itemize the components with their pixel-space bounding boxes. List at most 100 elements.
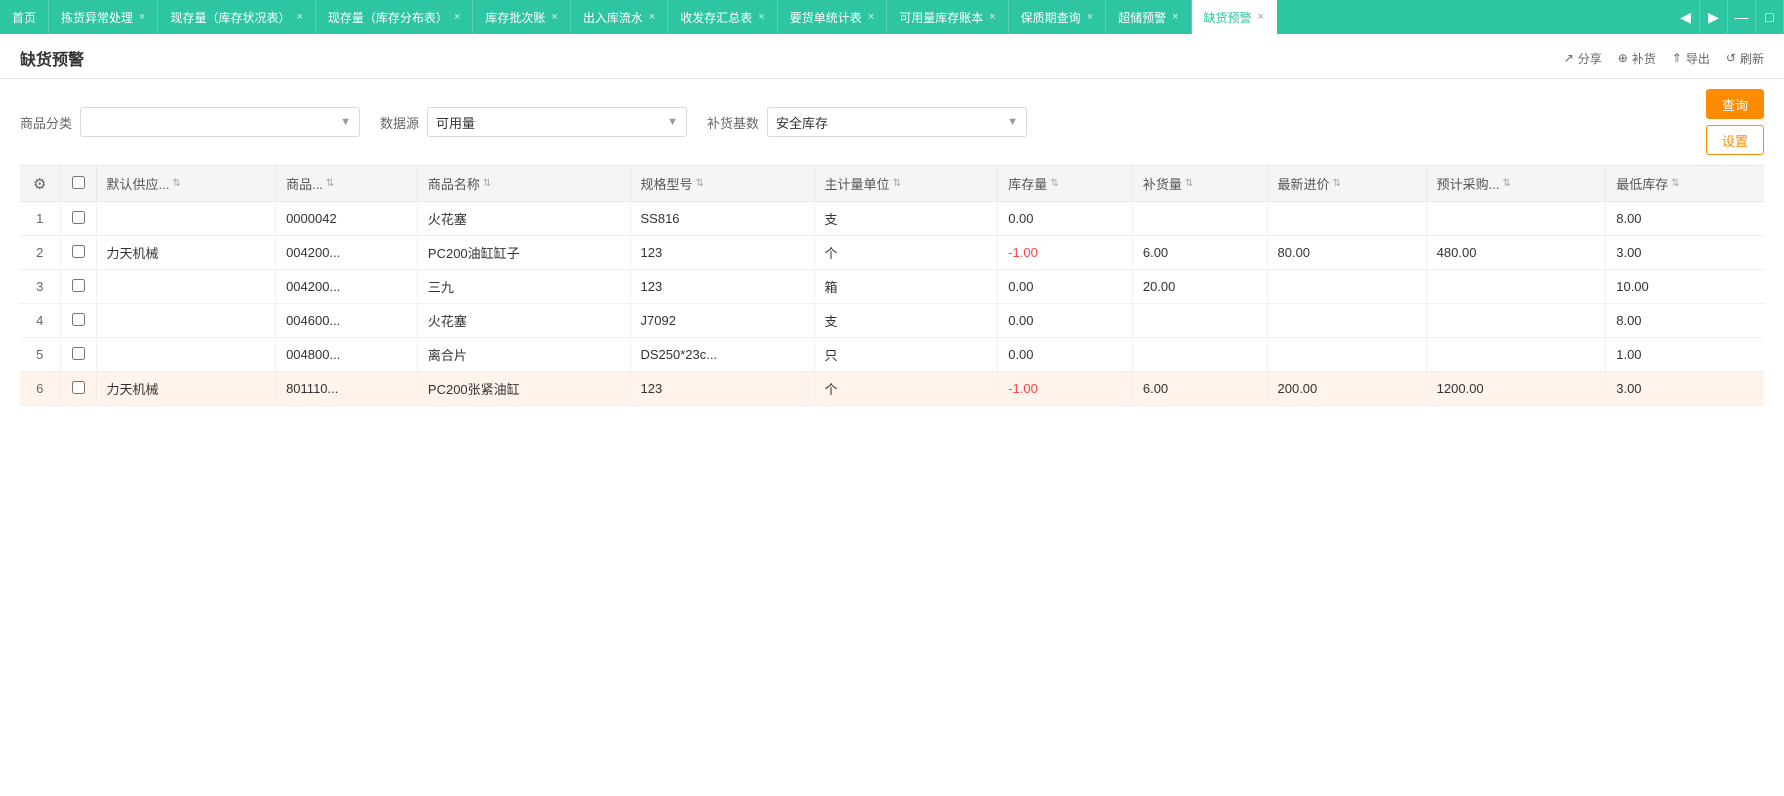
sort-icon: ⇅ [1333, 178, 1341, 189]
close-icon[interactable]: × [296, 11, 302, 23]
row-checkbox-cell[interactable] [60, 372, 96, 406]
col-product-name-header[interactable]: 商品名称 ⇅ [417, 166, 630, 202]
col-latest-price-header[interactable]: 最新进价 ⇅ [1267, 166, 1426, 202]
col-stock-header[interactable]: 库存量 ⇅ [998, 166, 1133, 202]
row-number: 5 [20, 338, 60, 372]
gear-icon[interactable]: ⚙ [33, 176, 46, 193]
col-min-stock-header[interactable]: 最低库存 ⇅ [1606, 166, 1764, 202]
export-button[interactable]: ⇑ 导出 [1672, 50, 1710, 67]
close-icon[interactable]: × [758, 11, 764, 23]
datasource-filter-group: 数据源 可用量 ▼ [380, 107, 687, 137]
tab-inout-flow[interactable]: 出入库流水 × [571, 0, 668, 34]
row-number: 6 [20, 372, 60, 406]
row-min-stock: 3.00 [1606, 372, 1764, 406]
row-estimated-purchase [1426, 338, 1606, 372]
col-estimated-purchase-header[interactable]: 预计采购... ⇅ [1426, 166, 1606, 202]
replenish-basis-select[interactable]: 安全库存 ▼ [767, 107, 1027, 137]
row-spec: DS250*23c... [630, 338, 814, 372]
col-replenish-qty-header[interactable]: 补货量 ⇅ [1132, 166, 1267, 202]
sort-icon: ⇅ [1503, 178, 1511, 189]
row-checkbox[interactable] [72, 381, 85, 394]
category-select[interactable]: ▼ [80, 107, 360, 137]
tab-overstock[interactable]: 超储预警 × [1106, 0, 1191, 34]
tab-available-ledger[interactable]: 可用量库存账本 × [887, 0, 1008, 34]
row-replenish-qty: 20.00 [1132, 270, 1267, 304]
tab-inventory-status[interactable]: 现存量（库存状况表） × [158, 0, 315, 34]
close-icon[interactable]: × [139, 11, 145, 23]
tab-home[interactable]: 首页 [0, 0, 49, 34]
row-replenish-qty: 6.00 [1132, 236, 1267, 270]
col-spec-header[interactable]: 规格型号 ⇅ [630, 166, 814, 202]
minimize-button[interactable]: — [1728, 0, 1756, 34]
close-icon[interactable]: × [1258, 11, 1264, 23]
row-checkbox-cell[interactable] [60, 338, 96, 372]
row-product-name: 离合片 [417, 338, 630, 372]
row-checkbox[interactable] [72, 347, 85, 360]
maximize-button[interactable]: □ [1756, 0, 1784, 34]
row-stock: 0.00 [998, 202, 1133, 236]
row-product-code: 004600... [276, 304, 418, 338]
sort-spec[interactable]: 规格型号 ⇅ [641, 174, 704, 193]
refresh-button[interactable]: ↺ 刷新 [1726, 50, 1764, 67]
row-checkbox-cell[interactable] [60, 304, 96, 338]
tab-purchase-stats[interactable]: 要货单统计表 × [778, 0, 887, 34]
col-unit-header[interactable]: 主计量单位 ⇅ [814, 166, 998, 202]
sort-latest-price[interactable]: 最新进价 ⇅ [1278, 174, 1341, 193]
row-product-code: 0000042 [276, 202, 418, 236]
query-button[interactable]: 查询 [1706, 89, 1764, 119]
close-icon[interactable]: × [454, 11, 460, 23]
row-estimated-purchase: 1200.00 [1426, 372, 1606, 406]
prev-tab-button[interactable]: ◀ [1672, 0, 1700, 34]
sort-supplier[interactable]: 默认供应... ⇅ [107, 174, 181, 193]
close-icon[interactable]: × [1172, 11, 1178, 23]
page-content: 缺货预警 ↗ 分享 ⊕ 补货 ⇑ 导出 ↺ 刷新 [0, 34, 1784, 796]
datasource-select[interactable]: 可用量 ▼ [427, 107, 687, 137]
share-icon: ↗ [1564, 51, 1574, 65]
next-tab-button[interactable]: ▶ [1700, 0, 1728, 34]
select-all-checkbox[interactable] [72, 176, 85, 189]
sort-min-stock[interactable]: 最低库存 ⇅ [1616, 174, 1679, 193]
tab-exception[interactable]: 拣货异常处理 × [49, 0, 158, 34]
tab-expiry-query[interactable]: 保质期查询 × [1009, 0, 1106, 34]
close-icon[interactable]: × [868, 11, 874, 23]
sort-icon: ⇅ [1185, 178, 1193, 189]
replenish-button[interactable]: ⊕ 补货 [1618, 50, 1656, 67]
row-product-name: PC200张紧油缸 [417, 372, 630, 406]
row-estimated-purchase [1426, 304, 1606, 338]
close-icon[interactable]: × [649, 11, 655, 23]
tab-shortage[interactable]: 缺货预警 × [1192, 0, 1277, 34]
row-checkbox-cell[interactable] [60, 202, 96, 236]
sort-replenish-qty[interactable]: 补货量 ⇅ [1143, 174, 1193, 193]
row-replenish-qty: 6.00 [1132, 372, 1267, 406]
sort-product-code[interactable]: 商品... ⇅ [286, 174, 334, 193]
replenish-basis-label: 补货基数 [707, 113, 759, 132]
settings-button[interactable]: 设置 [1706, 125, 1764, 155]
row-checkbox-cell[interactable] [60, 270, 96, 304]
row-latest-price [1267, 304, 1426, 338]
sort-product-name[interactable]: 商品名称 ⇅ [428, 174, 491, 193]
row-number: 4 [20, 304, 60, 338]
col-settings-header[interactable]: ⚙ [20, 166, 60, 202]
close-icon[interactable]: × [1087, 11, 1093, 23]
share-button[interactable]: ↗ 分享 [1564, 50, 1602, 67]
col-supplier-header[interactable]: 默认供应... ⇅ [96, 166, 276, 202]
col-checkbox-header[interactable] [60, 166, 96, 202]
sort-unit[interactable]: 主计量单位 ⇅ [825, 174, 901, 193]
row-checkbox-cell[interactable] [60, 236, 96, 270]
close-icon[interactable]: × [989, 11, 995, 23]
replenish-icon: ⊕ [1618, 51, 1628, 65]
row-checkbox[interactable] [72, 245, 85, 258]
tab-inventory-dist[interactable]: 现存量（库存分布表） × [316, 0, 473, 34]
tab-receive-summary[interactable]: 收发存汇总表 × [668, 0, 777, 34]
sort-icon: ⇅ [1671, 178, 1679, 189]
page-header: 缺货预警 ↗ 分享 ⊕ 补货 ⇑ 导出 ↺ 刷新 [0, 34, 1784, 79]
tab-batch-account[interactable]: 库存批次账 × [473, 0, 570, 34]
sort-stock[interactable]: 库存量 ⇅ [1008, 174, 1058, 193]
row-checkbox[interactable] [72, 279, 85, 292]
row-number: 1 [20, 202, 60, 236]
sort-estimated-purchase[interactable]: 预计采购... ⇅ [1437, 174, 1511, 193]
close-icon[interactable]: × [551, 11, 557, 23]
col-product-code-header[interactable]: 商品... ⇅ [276, 166, 418, 202]
row-checkbox[interactable] [72, 313, 85, 326]
row-checkbox[interactable] [72, 211, 85, 224]
